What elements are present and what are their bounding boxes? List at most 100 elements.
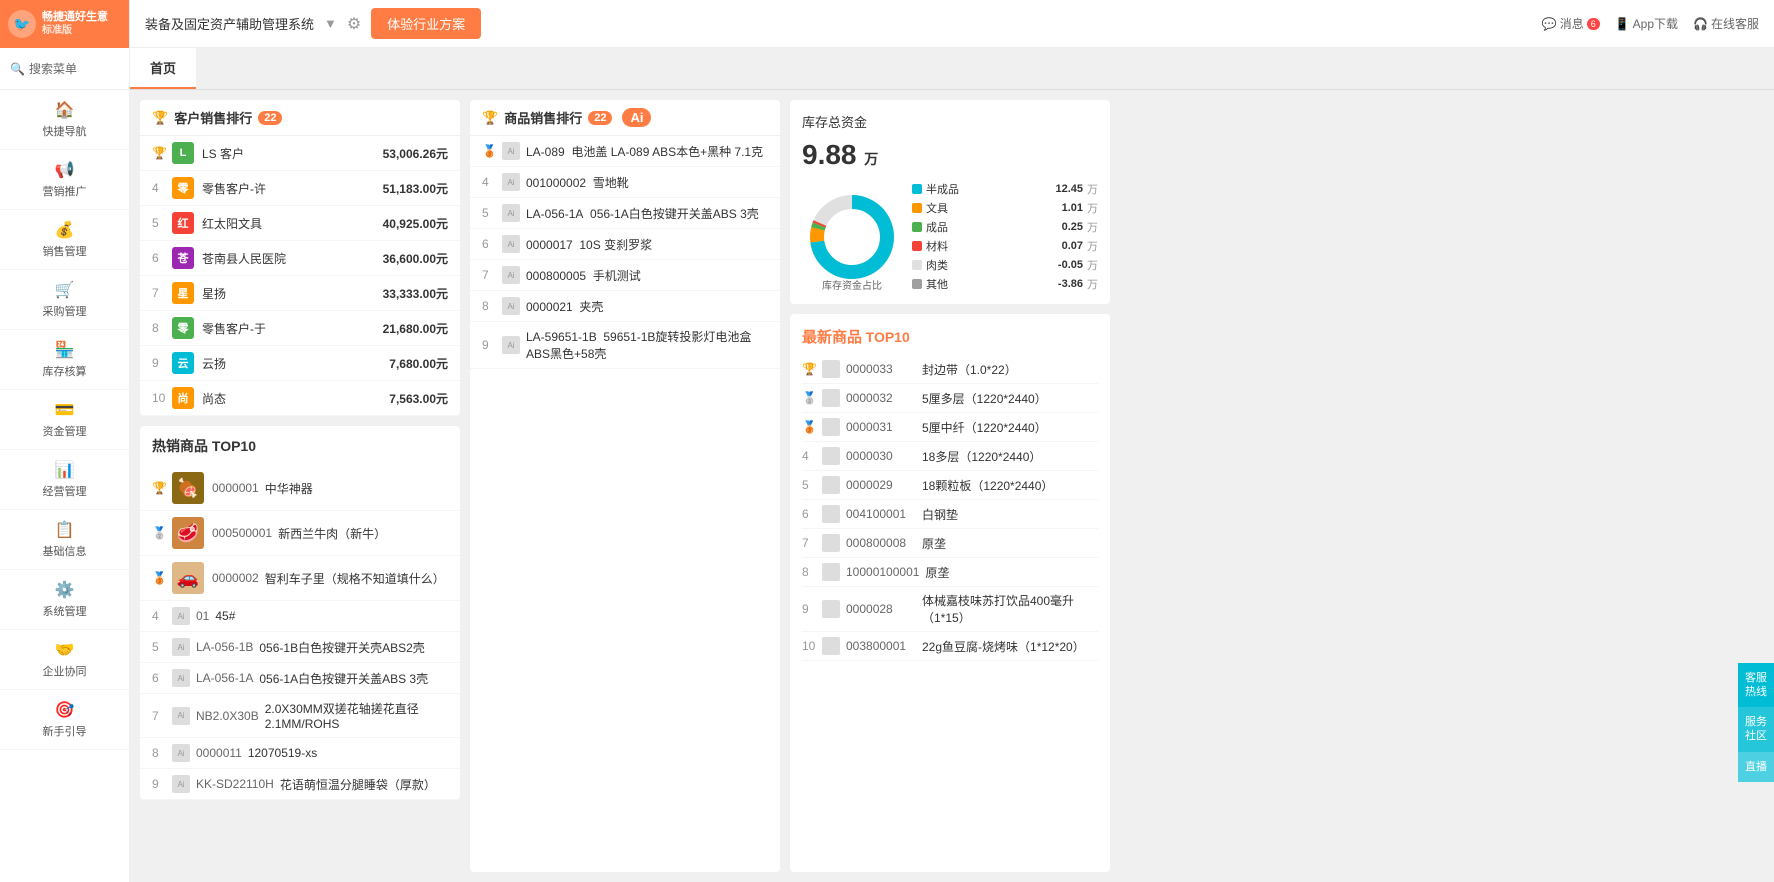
legend-item-other: 其他 -3.86 万 bbox=[912, 276, 1098, 292]
sidebar-logo: 🐦 畅捷通好生意 标准版 bbox=[0, 0, 129, 48]
table-row: 4 零 零售客户-许 51,183.00元 bbox=[140, 171, 460, 206]
list-item: 6 Ai LA-056-1A 056-1A白色按键开关盖ABS 3壳 bbox=[140, 663, 460, 694]
trophy-icon2: 🏆 bbox=[482, 110, 498, 126]
table-row: 8 Ai 0000021 夹壳 bbox=[470, 291, 780, 322]
hot-products-list: 🏆 🍖 0000001 中华神器 🥈 🥩 000500001 新西兰牛肉（新牛）… bbox=[140, 466, 460, 800]
inventory-legend: 半成品 12.45 万 文具 1.01 万 成品 bbox=[912, 181, 1098, 292]
money-icon: 💰 bbox=[55, 220, 75, 240]
list-item: 🥈 🥩 000500001 新西兰牛肉（新牛） bbox=[140, 511, 460, 556]
app-download-button[interactable]: 📱 App下载 bbox=[1615, 15, 1678, 32]
goods-ranking-panel: 🏆 商品销售排行 22 Ai 🥉 Ai LA-089 电池盖 LA-089 AB… bbox=[470, 100, 780, 872]
list-item: 🏆 🍖 0000001 中华神器 bbox=[140, 466, 460, 511]
list-item: 10 003800001 22g鱼豆腐-烧烤味（1*12*20） bbox=[802, 632, 1098, 661]
table-row: 5 红 红太阳文具 40,925.00元 bbox=[140, 206, 460, 241]
table-row: 6 Ai 0000017 10S 变刹罗浆 bbox=[470, 229, 780, 260]
topbar-title: 装备及固定资产辅助管理系统 bbox=[145, 14, 314, 33]
sidebar-item-basic[interactable]: 📋 基础信息 bbox=[0, 510, 129, 570]
goods-ranking-list: 🥉 Ai LA-089 电池盖 LA-089 ABS本色+黑种 7.1克 4 A… bbox=[470, 136, 780, 369]
legend-item-meat: 肉类 -0.05 万 bbox=[912, 257, 1098, 273]
online-service-button[interactable]: 🎧 在线客服 bbox=[1693, 15, 1759, 32]
goods-ranking-badge: 22 bbox=[588, 111, 612, 125]
card-icon: 💳 bbox=[55, 400, 75, 420]
home-icon: 🏠 bbox=[55, 100, 75, 120]
try-plan-button[interactable]: 体验行业方案 bbox=[371, 8, 481, 39]
search-menu-button[interactable]: 🔍 搜索菜单 bbox=[10, 56, 119, 81]
list-item: 9 0000028 体械嘉枝味苏打饮品400毫升（1*15） bbox=[802, 587, 1098, 632]
sidebar-nav: 🏠 快捷导航 📢 营销推广 💰 销售管理 🛒 采购管理 🏪 库存核算 💳 资金管… bbox=[0, 90, 129, 882]
legend-item-material: 材料 0.07 万 bbox=[912, 238, 1098, 254]
table-row: 10 尚 尚态 7,563.00元 bbox=[140, 381, 460, 416]
donut-chart: 库存资金占比 bbox=[802, 187, 902, 287]
gear-icon: ⚙️ bbox=[55, 580, 75, 600]
hot-products-header: 热销商品 TOP10 bbox=[140, 426, 460, 466]
legend-item-stationery: 文具 1.01 万 bbox=[912, 200, 1098, 216]
list-item: 5 Ai LA-056-1B 056-1B白色按键开关壳ABS2壳 bbox=[140, 632, 460, 663]
logo-icon: 🐦 bbox=[8, 10, 36, 38]
chart-icon: 📊 bbox=[55, 460, 75, 480]
main-area: 装备及固定资产辅助管理系统 ▼ ⚙ 体验行业方案 💬 消息 6 📱 App下载 … bbox=[130, 0, 1774, 882]
live-button[interactable]: 直播 bbox=[1738, 752, 1774, 782]
sidebar-item-sales[interactable]: 💰 销售管理 bbox=[0, 210, 129, 270]
search-icon: 🔍 bbox=[10, 62, 25, 76]
table-row: 6 苍 苍南县人民医院 36,600.00元 bbox=[140, 241, 460, 276]
clipboard-icon: 📋 bbox=[55, 520, 75, 540]
list-item: 6 004100001 白钢垫 bbox=[802, 500, 1098, 529]
message-icon: 💬 bbox=[1542, 17, 1557, 31]
customer-ranking-table: 🏆 L LS 客户 53,006.26元 4 零 零售客户-许 51,183.0… bbox=[140, 136, 460, 416]
table-row: 🥉 Ai LA-089 电池盖 LA-089 ABS本色+黑种 7.1克 bbox=[470, 136, 780, 167]
list-item: 5 0000029 18颗粒板（1220*2440） bbox=[802, 471, 1098, 500]
table-row: 9 云 云扬 7,680.00元 bbox=[140, 346, 460, 381]
list-item: 🥈 0000032 5厘多层（1220*2440） bbox=[802, 384, 1098, 413]
inventory-chart: 库存资金占比 半成品 12.45 万 文具 1.01 bbox=[802, 181, 1098, 292]
list-item: 4 Ai 01 45# bbox=[140, 601, 460, 632]
content-area: 🏆 客户销售排行 22 🏆 L LS 客户 53,006.26元 4 零 零售客… bbox=[130, 90, 1774, 882]
message-button[interactable]: 💬 消息 6 bbox=[1542, 15, 1600, 32]
table-row: 8 零 零售客户-于 21,680.00元 bbox=[140, 311, 460, 346]
middle-column: 🏆 商品销售排行 22 Ai 🥉 Ai LA-089 电池盖 LA-089 AB… bbox=[470, 100, 780, 872]
hot-products-panel: 热销商品 TOP10 🏆 🍖 0000001 中华神器 🥈 🥩 00050000… bbox=[140, 426, 460, 800]
sidebar-item-quicknav[interactable]: 🏠 快捷导航 bbox=[0, 90, 129, 150]
sidebar: 🐦 畅捷通好生意 标准版 🔍 搜索菜单 🏠 快捷导航 📢 营销推广 💰 销售管理… bbox=[0, 0, 130, 882]
legend-item-semifinished: 半成品 12.45 万 bbox=[912, 181, 1098, 197]
settings-icon[interactable]: ⚙ bbox=[347, 14, 361, 34]
sidebar-item-marketing[interactable]: 📢 营销推广 bbox=[0, 150, 129, 210]
list-item: 🏆 0000033 封边带（1.0*22） bbox=[802, 355, 1098, 384]
nav-tabs: 首页 bbox=[130, 48, 1774, 90]
logo-text: 畅捷通好生意 标准版 bbox=[42, 11, 108, 36]
customer-ranking-badge: 22 bbox=[258, 111, 282, 125]
sidebar-item-system[interactable]: ⚙️ 系统管理 bbox=[0, 570, 129, 630]
tab-home[interactable]: 首页 bbox=[130, 48, 196, 89]
goods-ranking-header: 🏆 商品销售排行 22 Ai bbox=[470, 100, 780, 136]
table-row: 7 Ai 000800005 手机测试 bbox=[470, 260, 780, 291]
cart-icon: 🛒 bbox=[55, 280, 75, 300]
sidebar-item-purchase[interactable]: 🛒 采购管理 bbox=[0, 270, 129, 330]
list-item: 🥉 🚗 0000002 智利车子里（规格不知道填什么） bbox=[140, 556, 460, 601]
inventory-panel: 库存总资金 9.88 万 bbox=[790, 100, 1110, 304]
community-button[interactable]: 服务社区 bbox=[1738, 707, 1774, 752]
legend-item-finished: 成品 0.25 万 bbox=[912, 219, 1098, 235]
list-item: 8 Ai 0000011 12070519-xs bbox=[140, 738, 460, 769]
sidebar-item-finance[interactable]: 💳 资金管理 bbox=[0, 390, 129, 450]
sidebar-item-inventory[interactable]: 🏪 库存核算 bbox=[0, 330, 129, 390]
list-item: 9 Ai KK-SD22110H 花语萌恒温分腿睡袋（厚款） bbox=[140, 769, 460, 800]
customer-ranking-header: 🏆 客户销售排行 22 bbox=[140, 100, 460, 136]
left-column: 🏆 客户销售排行 22 🏆 L LS 客户 53,006.26元 4 零 零售客… bbox=[140, 100, 460, 872]
sidebar-item-guide[interactable]: 🎯 新手引导 bbox=[0, 690, 129, 750]
list-item: 🥉 0000031 5厘中纤（1220*2440） bbox=[802, 413, 1098, 442]
customer-service-button[interactable]: 客服热线 bbox=[1738, 663, 1774, 708]
sidebar-item-management[interactable]: 📊 经营管理 bbox=[0, 450, 129, 510]
list-item: 7 Ai NB2.0X30B 2.0X30MM双搓花轴搓花直径2.1MM/ROH… bbox=[140, 694, 460, 738]
warehouse-icon: 🏪 bbox=[55, 340, 75, 360]
target-icon: 🎯 bbox=[55, 700, 75, 720]
topbar-actions: 💬 消息 6 📱 App下载 🎧 在线客服 bbox=[1542, 15, 1759, 32]
inventory-amount: 9.88 万 bbox=[802, 139, 1098, 171]
list-item: 4 0000030 18多层（1220*2440） bbox=[802, 442, 1098, 471]
float-buttons: 客服热线 服务社区 直播 bbox=[1738, 663, 1774, 782]
new-products-header: 最新商品 TOP10 bbox=[802, 326, 1098, 347]
ai-badge: Ai bbox=[622, 108, 651, 127]
table-row: 4 Ai 001000002 雪地靴 bbox=[470, 167, 780, 198]
topbar: 装备及固定资产辅助管理系统 ▼ ⚙ 体验行业方案 💬 消息 6 📱 App下载 … bbox=[130, 0, 1774, 48]
sidebar-search-section: 🔍 搜索菜单 bbox=[0, 48, 129, 90]
donut-label: 库存资金占比 bbox=[822, 277, 882, 292]
sidebar-item-collab[interactable]: 🤝 企业协同 bbox=[0, 630, 129, 690]
